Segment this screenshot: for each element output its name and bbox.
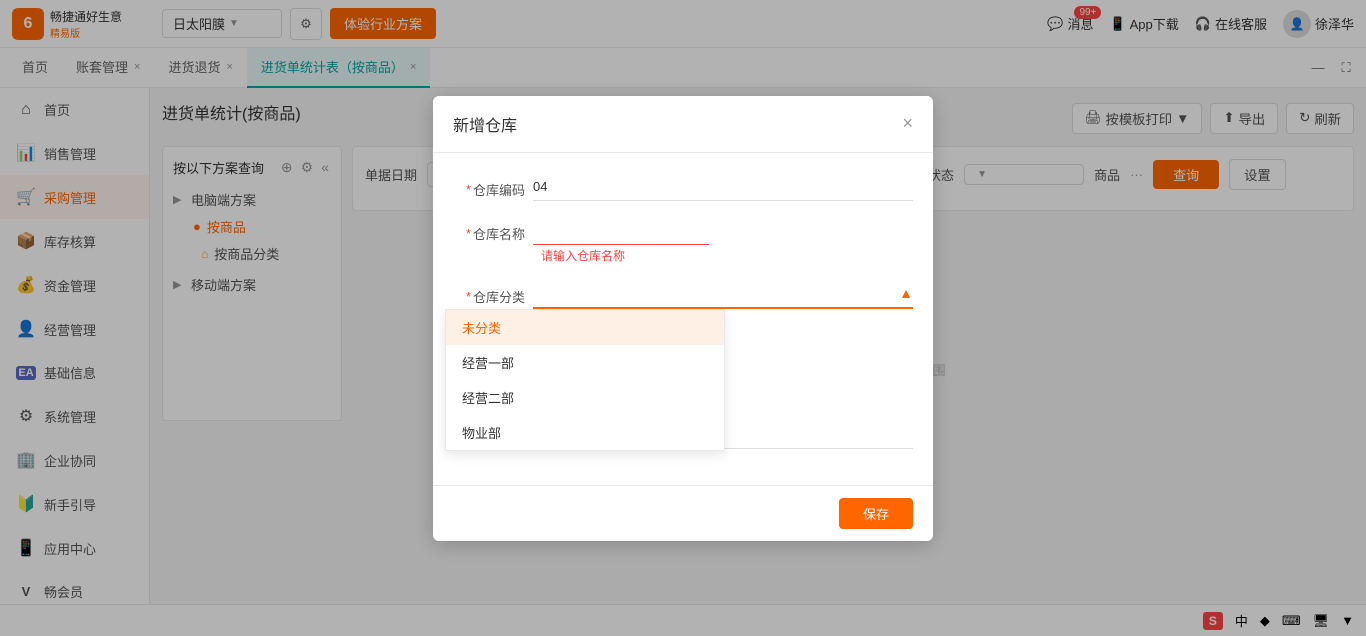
name-input[interactable] (533, 217, 709, 245)
name-label: * 仓库名称 (453, 217, 533, 243)
modal-header: 新增仓库 × (433, 96, 933, 153)
category-toggle-btn[interactable]: ▲ (899, 285, 913, 301)
modal-body: * 仓库编码 * 仓库名称 请输入仓库名称 (433, 153, 933, 485)
modal-title: 新增仓库 (453, 112, 517, 136)
modal-footer: 保存 (433, 485, 933, 541)
category-field-row: * 仓库分类 ▲ 未分类 经营一部 (453, 280, 913, 309)
dropdown-item-unclassified[interactable]: 未分类 (446, 310, 724, 345)
modal-overlay[interactable]: 新增仓库 × * 仓库编码 * 仓库名称 (0, 0, 1366, 636)
category-dropdown: 未分类 经营一部 经营二部 物业部 (445, 309, 725, 451)
modal-add-warehouse: 新增仓库 × * 仓库编码 * 仓库名称 (433, 96, 933, 541)
dropdown-item-dept2[interactable]: 经营二部 (446, 380, 724, 415)
name-input-row: * 仓库名称 (453, 217, 709, 245)
code-field-row: * 仓库编码 (453, 173, 913, 201)
name-required-mark: * (466, 226, 471, 241)
name-field-row: * 仓库名称 请输入仓库名称 (453, 217, 913, 264)
category-required-mark: * (466, 289, 471, 304)
code-label: * 仓库编码 (453, 173, 533, 199)
code-required-mark: * (466, 182, 471, 197)
category-label: * 仓库分类 (453, 280, 533, 306)
dropdown-item-dept1[interactable]: 经营一部 (446, 345, 724, 380)
dropdown-item-property[interactable]: 物业部 (446, 415, 724, 450)
category-input[interactable] (533, 280, 899, 307)
code-input[interactable] (533, 173, 913, 201)
name-error-msg: 请输入仓库名称 (453, 247, 625, 264)
modal-close-btn[interactable]: × (902, 113, 913, 134)
category-input-wrap: ▲ (533, 280, 913, 309)
save-btn[interactable]: 保存 (839, 498, 913, 529)
category-field: ▲ 未分类 经营一部 经营二部 物业部 (533, 280, 913, 309)
